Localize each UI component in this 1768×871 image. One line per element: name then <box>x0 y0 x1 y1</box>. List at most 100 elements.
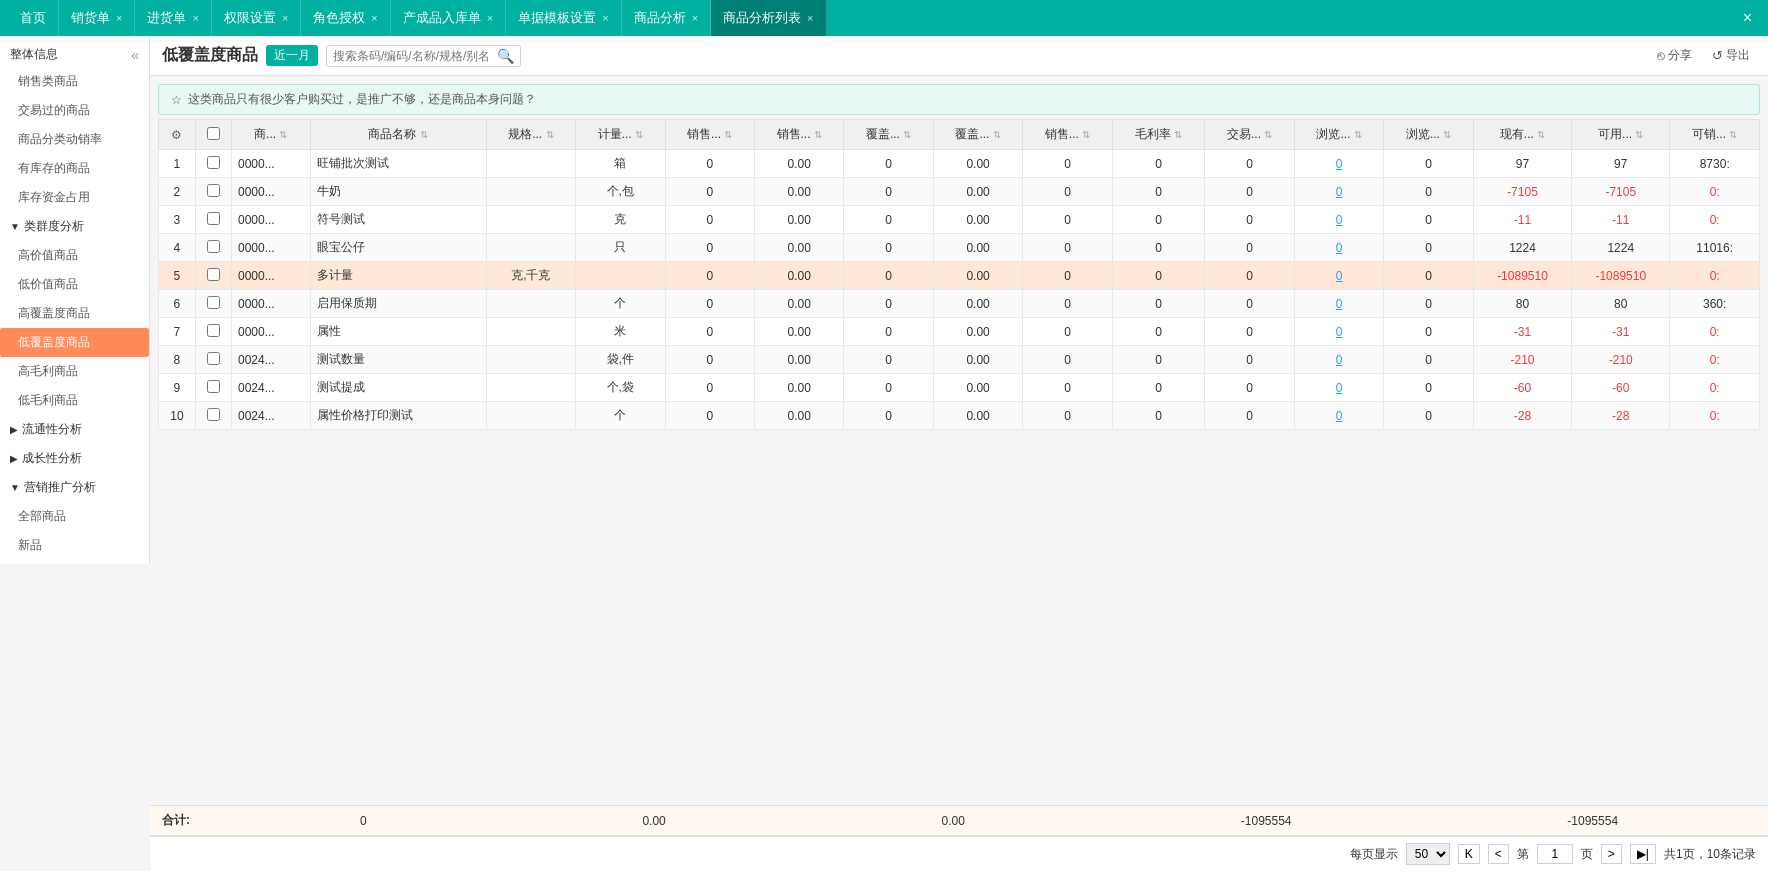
cell-browse1[interactable]: 0 <box>1294 206 1383 234</box>
nav-roles[interactable]: 角色授权 × <box>301 0 390 36</box>
cell-checkbox[interactable] <box>195 290 231 318</box>
col-unit[interactable]: 计量... ⇅ <box>576 120 665 150</box>
cell-checkbox[interactable] <box>195 374 231 402</box>
last-page-button[interactable]: ▶| <box>1630 844 1656 864</box>
col-sales-amt[interactable]: 销售... ⇅ <box>754 120 843 150</box>
col-trade[interactable]: 交易... ⇅ <box>1205 120 1294 150</box>
nav-permissions[interactable]: 权限设置 × <box>212 0 301 36</box>
row-checkbox[interactable] <box>207 324 220 337</box>
close-icon[interactable]: × <box>487 12 493 24</box>
close-icon[interactable]: × <box>692 12 698 24</box>
sidebar-section-category[interactable]: ▼ 类群度分析 <box>0 212 149 241</box>
close-icon[interactable]: × <box>192 12 198 24</box>
cell-checkbox[interactable] <box>195 178 231 206</box>
col-name[interactable]: 商品名称 ⇅ <box>310 120 486 150</box>
close-icon[interactable]: × <box>116 12 122 24</box>
sidebar-section-growth[interactable]: ▶ 成长性分析 <box>0 444 149 473</box>
close-icon[interactable]: × <box>602 12 608 24</box>
cell-browse1[interactable]: 0 <box>1294 402 1383 430</box>
row-checkbox[interactable] <box>207 156 220 169</box>
time-filter-button[interactable]: 近一月 <box>266 45 318 66</box>
cell-browse1[interactable]: 0 <box>1294 234 1383 262</box>
cell-checkbox[interactable] <box>195 402 231 430</box>
sort-icon: ⇅ <box>1635 129 1643 140</box>
col-sales-qty[interactable]: 销售... ⇅ <box>665 120 754 150</box>
row-checkbox[interactable] <box>207 240 220 253</box>
nav-sales[interactable]: 销货单 × <box>59 0 135 36</box>
cell-browse1[interactable]: 0 <box>1294 290 1383 318</box>
col-code[interactable]: 商... ⇅ <box>232 120 311 150</box>
sidebar-section-flow[interactable]: ▶ 流通性分析 <box>0 415 149 444</box>
cell-browse1[interactable]: 0 <box>1294 318 1383 346</box>
page-number-input[interactable] <box>1537 844 1573 864</box>
cell-checkbox[interactable] <box>195 150 231 178</box>
col-checkbox[interactable] <box>195 120 231 150</box>
sidebar-item-all-goods[interactable]: 全部商品 <box>0 502 149 531</box>
nav-finished-goods[interactable]: 产成品入库单 × <box>391 0 506 36</box>
cell-browse1[interactable]: 0 <box>1294 346 1383 374</box>
row-checkbox[interactable] <box>207 352 220 365</box>
sidebar-collapse-icon[interactable]: « <box>131 47 139 63</box>
col-sellable[interactable]: 可销... ⇅ <box>1670 120 1760 150</box>
row-checkbox[interactable] <box>207 268 220 281</box>
close-icon[interactable]: × <box>371 12 377 24</box>
col-spec[interactable]: 规格... ⇅ <box>486 120 575 150</box>
sidebar-item-high-value[interactable]: 高价值商品 <box>0 241 149 270</box>
close-icon[interactable]: × <box>807 12 813 24</box>
close-icon[interactable]: × <box>282 12 288 24</box>
cell-checkbox[interactable] <box>195 234 231 262</box>
first-page-button[interactable]: K <box>1458 844 1480 864</box>
nav-product-analysis-list[interactable]: 商品分析列表 × <box>711 0 826 36</box>
next-page-button[interactable]: > <box>1601 844 1622 864</box>
sidebar-item-low-margin[interactable]: 低毛利商品 <box>0 386 149 415</box>
cell-checkbox[interactable] <box>195 346 231 374</box>
col-stock[interactable]: 现有... ⇅ <box>1473 120 1571 150</box>
row-checkbox[interactable] <box>207 184 220 197</box>
cell-checkbox[interactable] <box>195 206 231 234</box>
nav-product-analysis[interactable]: 商品分析 × <box>622 0 711 36</box>
row-checkbox[interactable] <box>207 296 220 309</box>
nav-purchase[interactable]: 进货单 × <box>135 0 211 36</box>
prev-page-button[interactable]: < <box>1488 844 1509 864</box>
col-settings[interactable]: ⚙ <box>159 120 196 150</box>
table-wrapper[interactable]: ⚙ 商... ⇅ 商品名称 ⇅ 规格... ⇅ 计量... ⇅ 销售... ⇅ … <box>158 119 1760 805</box>
sidebar-overall-section[interactable]: 整体信息 « <box>0 40 149 67</box>
row-checkbox[interactable] <box>207 380 220 393</box>
sidebar-item-category-sales-rate[interactable]: 商品分类动销率 <box>0 125 149 154</box>
col-sales3[interactable]: 销售... ⇅ <box>1023 120 1112 150</box>
select-all-checkbox[interactable] <box>207 127 220 140</box>
cell-checkbox[interactable] <box>195 262 231 290</box>
cell-browse1[interactable]: 0 <box>1294 150 1383 178</box>
cell-browse1[interactable]: 0 <box>1294 374 1383 402</box>
col-browse1[interactable]: 浏览... ⇅ <box>1294 120 1383 150</box>
sidebar-item-new-goods[interactable]: 新品 <box>0 531 149 560</box>
per-page-select[interactable]: 50 <box>1406 843 1450 865</box>
cell-browse1[interactable]: 0 <box>1294 178 1383 206</box>
export-button[interactable]: ↺ 导出 <box>1706 44 1756 67</box>
sidebar-item-low-value[interactable]: 低价值商品 <box>0 270 149 299</box>
search-icon[interactable]: 🔍 <box>497 48 514 64</box>
row-checkbox[interactable] <box>207 212 220 225</box>
col-cover2[interactable]: 覆盖... ⇅ <box>933 120 1022 150</box>
sidebar-item-stock-capital[interactable]: 库存资金占用 <box>0 183 149 212</box>
col-cover1[interactable]: 覆盖... ⇅ <box>844 120 933 150</box>
settings-icon[interactable]: ⚙ <box>171 128 182 142</box>
cell-browse1[interactable]: 0 <box>1294 262 1383 290</box>
share-button[interactable]: ⎋ 分享 <box>1651 44 1698 67</box>
col-gross[interactable]: 毛利率 ⇅ <box>1112 120 1205 150</box>
search-input[interactable] <box>333 49 493 63</box>
nav-home[interactable]: 首页 <box>8 0 59 36</box>
sidebar-item-traded-goods[interactable]: 交易过的商品 <box>0 96 149 125</box>
sidebar-item-high-coverage[interactable]: 高覆盖度商品 <box>0 299 149 328</box>
row-checkbox[interactable] <box>207 408 220 421</box>
sidebar-item-sales-goods[interactable]: 销售类商品 <box>0 67 149 96</box>
sidebar-item-stock-goods[interactable]: 有库存的商品 <box>0 154 149 183</box>
window-close-button[interactable]: × <box>1735 9 1760 27</box>
sidebar-item-high-margin[interactable]: 高毛利商品 <box>0 357 149 386</box>
sidebar-item-low-coverage[interactable]: 低覆盖度商品 <box>0 328 149 357</box>
nav-template-settings[interactable]: 单据模板设置 × <box>506 0 621 36</box>
col-browse2[interactable]: 浏览... ⇅ <box>1384 120 1473 150</box>
sidebar-section-marketing[interactable]: ▼ 营销推广分析 <box>0 473 149 502</box>
col-avail[interactable]: 可用... ⇅ <box>1572 120 1670 150</box>
cell-checkbox[interactable] <box>195 318 231 346</box>
